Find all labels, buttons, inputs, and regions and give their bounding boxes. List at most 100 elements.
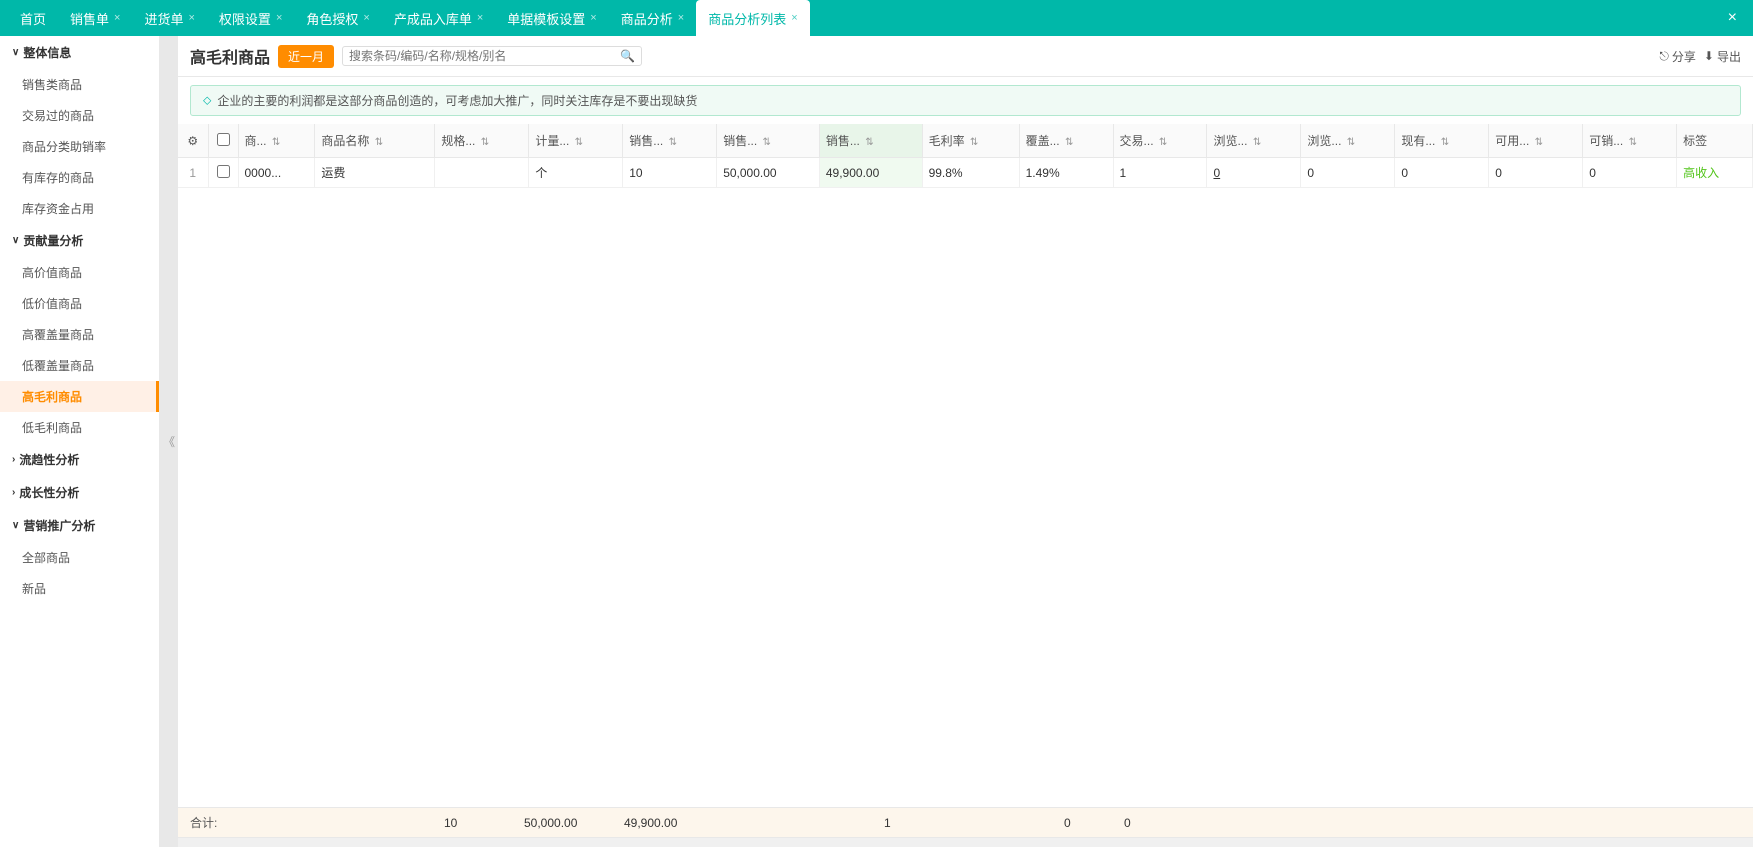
nav-home[interactable]: 首页 (8, 0, 58, 36)
sidebar-item-high-coverage[interactable]: 高覆盖量商品 (0, 319, 159, 350)
cell-tag: 高收入 (1677, 158, 1753, 188)
content-header: 高毛利商品 近一月 🔍 ⎋ 分享 ⬇ 导出 (178, 36, 1753, 77)
cell-transaction: 1 (1113, 158, 1207, 188)
close-purchase[interactable]: × (188, 12, 194, 24)
nav-product-analysis[interactable]: 商品分析 × (609, 0, 696, 36)
sidebar-group-trend[interactable]: › 流趋性分析 (0, 443, 159, 476)
col-spec[interactable]: 规格... ⇅ (435, 124, 529, 158)
table-scrollbar[interactable] (178, 837, 1753, 847)
sidebar-item-low-coverage[interactable]: 低覆盖量商品 (0, 350, 159, 381)
col-code[interactable]: 商... ⇅ (238, 124, 315, 158)
row-checkbox-0[interactable] (217, 165, 230, 178)
sidebar-item-high-margin[interactable]: 高毛利商品 (0, 381, 159, 412)
sidebar-item-high-value[interactable]: 高价值商品 (0, 257, 159, 288)
cell-current: 0 (1395, 158, 1489, 188)
close-sales-order[interactable]: × (114, 12, 120, 24)
col-available[interactable]: 可用... ⇅ (1489, 124, 1583, 158)
share-icon: ⎋ (1659, 49, 1669, 64)
sidebar-item-new-products[interactable]: 新品 (0, 573, 159, 604)
arrow-marketing: ∨ (12, 520, 19, 531)
close-template[interactable]: × (590, 12, 596, 24)
col-name[interactable]: 商品名称 ⇅ (315, 124, 435, 158)
select-all-checkbox[interactable] (217, 133, 230, 146)
col-transaction[interactable]: 交易... ⇅ (1113, 124, 1207, 158)
main-layout: ∨ 整体信息 销售类商品 交易过的商品 商品分类助销率 有库存的商品 库存资金占… (0, 36, 1753, 847)
sidebar-group-overall[interactable]: ∨ 整体信息 (0, 36, 159, 69)
col-sale-qty[interactable]: 销售... ⇅ (623, 124, 717, 158)
col-sale-cost[interactable]: 销售... ⇅ (819, 124, 922, 158)
close-permission[interactable]: × (276, 12, 282, 24)
sidebar-item-sales-products[interactable]: 销售类商品 (0, 69, 159, 100)
sidebar-group-contribution[interactable]: ∨ 贡献量分析 (0, 224, 159, 257)
col-coverage[interactable]: 覆盖... ⇅ (1019, 124, 1113, 158)
table-wrapper[interactable]: ⚙ 商... ⇅ 商品名称 ⇅ 规格... ⇅ 计量... ⇅ 销售... ⇅ … (178, 124, 1753, 807)
col-gross-rate[interactable]: 毛利率 ⇅ (922, 124, 1019, 158)
action-buttons: ⎋ 分享 ⬇ 导出 (1659, 48, 1741, 65)
sidebar-item-category-rate[interactable]: 商品分类助销率 (0, 131, 159, 162)
sidebar-item-low-margin[interactable]: 低毛利商品 (0, 412, 159, 443)
sidebar-toggle[interactable]: 《 (160, 36, 178, 847)
close-product-inbound[interactable]: × (477, 12, 483, 24)
sidebar-item-traded[interactable]: 交易过的商品 (0, 100, 159, 131)
col-tag[interactable]: 标签 (1677, 124, 1753, 158)
col-unit[interactable]: 计量... ⇅ (529, 124, 623, 158)
data-table: ⚙ 商... ⇅ 商品名称 ⇅ 规格... ⇅ 计量... ⇅ 销售... ⇅ … (178, 124, 1753, 188)
sidebar-item-low-value[interactable]: 低价值商品 (0, 288, 159, 319)
table-row: 1 0000... 运费 个 10 50,000.00 49,900.00 99… (178, 158, 1753, 188)
window-close-button[interactable]: × (1720, 9, 1745, 27)
nav-sales-order[interactable]: 销售单 × (58, 0, 132, 36)
cell-sale-qty: 10 (623, 158, 717, 188)
nav-product-inbound[interactable]: 产成品入库单 × (382, 0, 495, 36)
footer-browse2 (998, 816, 1058, 830)
footer-totals: 合计: 10 50,000.00 49,900.00 1 0 0 (178, 807, 1753, 837)
col-browse2[interactable]: 浏览... ⇅ (1301, 124, 1395, 158)
sidebar-group-marketing[interactable]: ∨ 营销推广分析 (0, 509, 159, 542)
cell-checkbox (208, 158, 238, 188)
cell-code: 0000... (238, 158, 315, 188)
cell-available: 0 (1489, 158, 1583, 188)
filter-recent-month[interactable]: 近一月 (278, 45, 334, 68)
cell-coverage: 1.49% (1019, 158, 1113, 188)
nav-template[interactable]: 单据模板设置 × (495, 0, 608, 36)
nav-role[interactable]: 角色授权 × (294, 0, 381, 36)
col-sale-amount[interactable]: 销售... ⇅ (717, 124, 820, 158)
sidebar-item-in-stock[interactable]: 有库存的商品 (0, 162, 159, 193)
footer-gross-rate (718, 816, 798, 830)
col-browse1[interactable]: 浏览... ⇅ (1207, 124, 1301, 158)
col-current[interactable]: 现有... ⇅ (1395, 124, 1489, 158)
footer-coverage (798, 816, 878, 830)
footer-current: 0 (1058, 816, 1118, 830)
close-product-analysis[interactable]: × (678, 12, 684, 24)
close-role[interactable]: × (363, 12, 369, 24)
page-title: 高毛利商品 (190, 44, 270, 68)
close-product-analysis-list[interactable]: × (791, 12, 797, 24)
footer-browse1 (938, 816, 998, 830)
cell-saleable: 0 (1583, 158, 1677, 188)
cell-row-num: 1 (178, 158, 208, 188)
footer-sale-amount: 50,000.00 (518, 816, 618, 830)
col-saleable[interactable]: 可销... ⇅ (1583, 124, 1677, 158)
cell-sale-cost: 49,900.00 (819, 158, 922, 188)
nav-product-analysis-list[interactable]: 商品分析列表 × (696, 0, 809, 36)
share-button[interactable]: ⎋ 分享 (1659, 48, 1696, 65)
search-icon[interactable]: 🔍 (620, 49, 635, 63)
export-icon: ⬇ (1704, 49, 1714, 63)
search-input[interactable] (349, 49, 620, 63)
sidebar-group-growth[interactable]: › 成长性分析 (0, 476, 159, 509)
export-button[interactable]: ⬇ 导出 (1704, 48, 1741, 65)
sidebar-item-stock-capital[interactable]: 库存资金占用 (0, 193, 159, 224)
nav-purchase[interactable]: 进货单 × (132, 0, 206, 36)
footer-sale-cost: 49,900.00 (618, 816, 718, 830)
info-icon: ⬦ (203, 93, 211, 108)
sidebar: ∨ 整体信息 销售类商品 交易过的商品 商品分类助销率 有库存的商品 库存资金占… (0, 36, 160, 847)
nav-permission[interactable]: 权限设置 × (207, 0, 294, 36)
content-area: 高毛利商品 近一月 🔍 ⎋ 分享 ⬇ 导出 ⬦ 企业的主要的利润都是这部分商品创… (178, 36, 1753, 847)
arrow-growth: › (12, 487, 15, 498)
footer-sale-qty: 10 (438, 816, 518, 830)
sidebar-item-all-products[interactable]: 全部商品 (0, 542, 159, 573)
arrow-trend: › (12, 454, 15, 465)
browse1-link[interactable]: 0 (1213, 166, 1220, 180)
info-banner: ⬦ 企业的主要的利润都是这部分商品创造的，可考虑加大推广，同时关注库存是不要出现… (190, 85, 1741, 116)
col-settings[interactable]: ⚙ (178, 124, 208, 158)
footer-label: 合计: (178, 814, 438, 831)
